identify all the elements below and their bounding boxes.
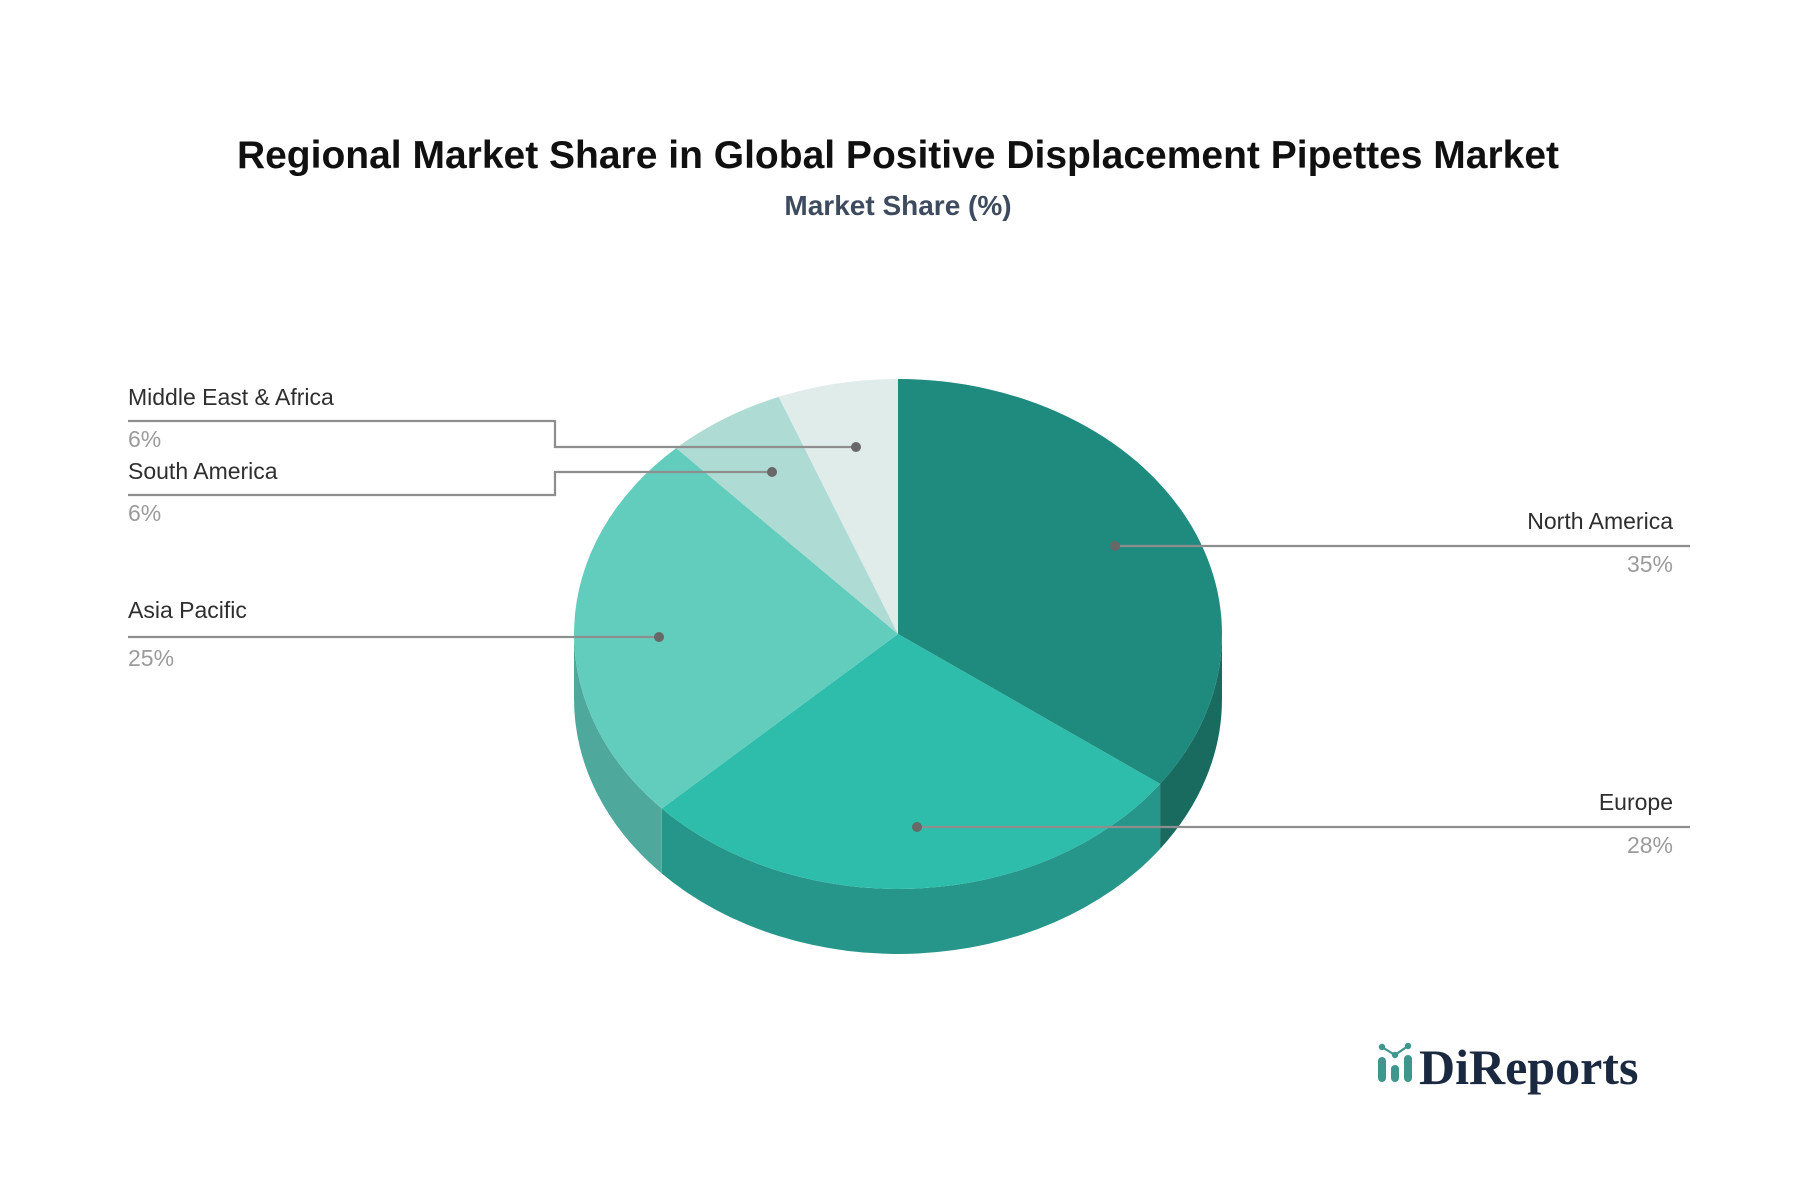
- slice-label-south-america: South America: [128, 458, 278, 485]
- slice-label-middle-east-africa: Middle East & Africa: [128, 384, 334, 411]
- leader-dot-middle-east-africa: [851, 442, 861, 452]
- logo-text: DiReports: [1419, 1042, 1638, 1092]
- chart-canvas: Regional Market Share in Global Positive…: [0, 0, 1800, 1196]
- slice-label-europe: Europe: [1273, 789, 1673, 816]
- brand-logo: DiReports: [1374, 1040, 1638, 1092]
- pie-top-faces: [574, 379, 1222, 889]
- slice-value-south-america: 6%: [128, 500, 161, 527]
- logo-bar-chart-icon: [1374, 1040, 1412, 1082]
- pie-chart-svg: [0, 0, 1800, 1196]
- slice-value-asia-pacific: 25%: [128, 645, 174, 672]
- slice-value-north-america: 35%: [1273, 551, 1673, 578]
- leader-dot-south-america: [767, 467, 777, 477]
- slice-label-north-america: North America: [1273, 508, 1673, 535]
- leader-dot-europe: [912, 822, 922, 832]
- leader-dot-north-america: [1110, 541, 1120, 551]
- slice-value-europe: 28%: [1273, 832, 1673, 859]
- slice-value-middle-east-africa: 6%: [128, 426, 161, 453]
- slice-label-asia-pacific: Asia Pacific: [128, 597, 247, 624]
- leader-dot-asia-pacific: [654, 632, 664, 642]
